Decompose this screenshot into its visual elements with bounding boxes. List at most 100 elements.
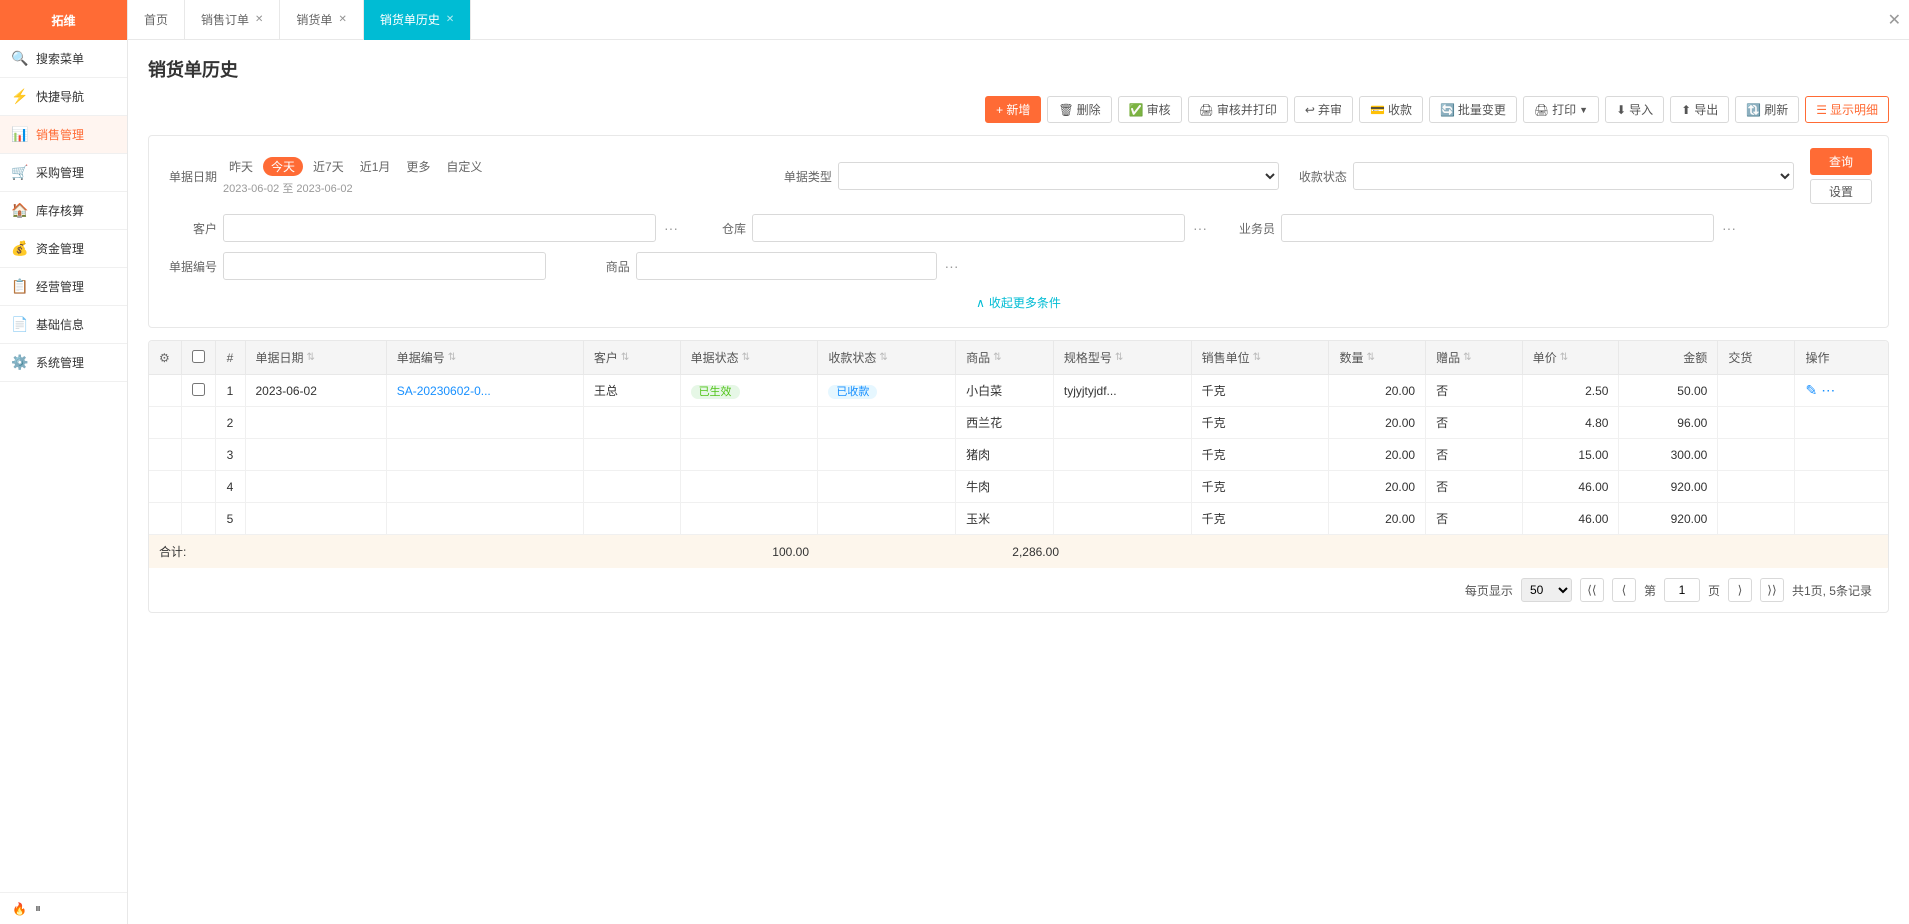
audit-print-button[interactable]: 🖨 审核并打印 xyxy=(1188,96,1288,123)
docno-input[interactable] xyxy=(223,252,546,280)
cell-gift: 否 xyxy=(1426,503,1523,535)
cell-customer xyxy=(583,439,680,471)
edit-button[interactable]: ✎ xyxy=(1805,382,1817,398)
th-delivery: 交货 xyxy=(1718,341,1795,375)
filter-warehouse: 仓库 ··· xyxy=(694,214,1207,242)
warehouse-dots[interactable]: ··· xyxy=(1193,220,1207,236)
th-price[interactable]: 单价 ⇅ xyxy=(1522,341,1619,375)
warehouse-input[interactable] xyxy=(752,214,1185,242)
sidebar-item-finance[interactable]: 💰 资金管理 xyxy=(0,230,127,268)
tab-sales-order[interactable]: 销售订单 ✕ xyxy=(185,0,280,40)
th-customer[interactable]: 客户 ⇅ xyxy=(583,341,680,375)
import-button[interactable]: ⬇ 导入 xyxy=(1605,96,1664,123)
audit-button[interactable]: ✅ 审核 xyxy=(1118,96,1182,123)
date-tab-more[interactable]: 更多 xyxy=(400,157,436,176)
docno-link[interactable]: SA-20230602-0... xyxy=(397,384,491,398)
new-button[interactable]: + 新增 xyxy=(985,96,1041,123)
th-gift[interactable]: 赠品 ⇅ xyxy=(1426,341,1523,375)
sort-icon-unit: ⇅ xyxy=(1253,352,1261,363)
sidebar-item-label: 采购管理 xyxy=(36,164,84,181)
date-tab-custom[interactable]: 自定义 xyxy=(440,157,488,176)
cell-amount: 300.00 xyxy=(1619,439,1718,471)
th-doc-status[interactable]: 单据状态 ⇅ xyxy=(680,341,818,375)
collapse-button[interactable]: ∧ 收起更多条件 xyxy=(165,290,1872,315)
chart-icon: 📊 xyxy=(12,127,28,143)
th-unit[interactable]: 销售单位 ⇅ xyxy=(1191,341,1329,375)
display-detail-button[interactable]: ☰ 显示明细 xyxy=(1805,96,1889,123)
sidebar-item-operations[interactable]: 📋 经营管理 xyxy=(0,268,127,306)
cell-index: 5 xyxy=(215,503,245,535)
tab-sales-history-close[interactable]: ✕ xyxy=(446,14,454,25)
tab-sales-order-close[interactable]: ✕ xyxy=(255,14,263,25)
customer-dots[interactable]: ··· xyxy=(664,220,678,236)
tab-sales-delivery[interactable]: 销货单 ✕ xyxy=(280,0,363,40)
more-ops-button[interactable]: ⋯ xyxy=(1821,382,1835,398)
settings-button[interactable]: 设置 xyxy=(1810,179,1872,204)
query-button[interactable]: 查询 xyxy=(1810,148,1872,175)
goods-dots[interactable]: ··· xyxy=(945,258,959,274)
print-button[interactable]: 🖨 打印 ▼ xyxy=(1523,96,1599,123)
th-amount: 金额 xyxy=(1619,341,1718,375)
delete-button[interactable]: 🗑 删除 xyxy=(1047,96,1111,123)
th-date[interactable]: 单据日期 ⇅ xyxy=(245,341,386,375)
sidebar-item-sales-mgmt[interactable]: 📊 销售管理 xyxy=(0,116,127,154)
date-tab-today[interactable]: 今天 xyxy=(263,157,303,176)
payment-status-select[interactable] xyxy=(1353,162,1794,190)
sidebar-item-basic-info[interactable]: 📄 基础信息 xyxy=(0,306,127,344)
sidebar-item-sys-mgmt[interactable]: ⚙️ 系统管理 xyxy=(0,344,127,382)
sidebar-item-purchase-mgmt[interactable]: 🛒 采购管理 xyxy=(0,154,127,192)
sidebar-item-search-menu[interactable]: 🔍 搜索菜单 xyxy=(0,40,127,78)
cell-amount: 96.00 xyxy=(1619,407,1718,439)
sidebar-item-inventory[interactable]: 🏠 库存核算 xyxy=(0,192,127,230)
current-page-input[interactable] xyxy=(1664,578,1700,602)
goods-input[interactable] xyxy=(636,252,937,280)
export-button[interactable]: ⬆ 导出 xyxy=(1670,96,1729,123)
cell-price: 46.00 xyxy=(1522,471,1619,503)
tab-home[interactable]: 首页 xyxy=(128,0,185,40)
last-page-button[interactable]: ⟩⟩ xyxy=(1760,578,1784,602)
cell-customer xyxy=(583,407,680,439)
th-payment-status[interactable]: 收款状态 ⇅ xyxy=(818,341,956,375)
cell-doc-status xyxy=(680,471,818,503)
sidebar-item-quick-nav[interactable]: ⚡ 快捷导航 xyxy=(0,78,127,116)
tab-bar-close[interactable]: ✕ xyxy=(1888,10,1909,30)
cell-unit: 千克 xyxy=(1191,439,1329,471)
select-all-checkbox[interactable] xyxy=(192,350,205,363)
salesperson-dots[interactable]: ··· xyxy=(1722,220,1736,236)
filter-goods: 商品 ··· xyxy=(578,252,959,280)
batch-change-button[interactable]: 🔄 批量变更 xyxy=(1429,96,1517,123)
customer-input[interactable] xyxy=(223,214,656,242)
cell-settings xyxy=(149,407,181,439)
th-quantity[interactable]: 数量 ⇅ xyxy=(1329,341,1426,375)
th-goods[interactable]: 商品 ⇅ xyxy=(956,341,1054,375)
cell-docno xyxy=(386,439,583,471)
lightning-icon: ⚡ xyxy=(12,89,28,105)
cell-unit: 千克 xyxy=(1191,375,1329,407)
tab-sales-delivery-close[interactable]: ✕ xyxy=(338,14,346,25)
next-page-button[interactable]: ⟩ xyxy=(1728,578,1752,602)
date-tab-1month[interactable]: 近1月 xyxy=(354,157,397,176)
salesperson-input[interactable] xyxy=(1281,214,1714,242)
row-checkbox[interactable] xyxy=(192,383,205,396)
prev-page-button[interactable]: ⟨ xyxy=(1612,578,1636,602)
th-spec[interactable]: 规格型号 ⇅ xyxy=(1053,341,1191,375)
sidebar-item-label: 库存核算 xyxy=(36,202,84,219)
filter-row-2: 客户 ··· 仓库 ··· 业务员 ··· xyxy=(165,214,1872,242)
th-settings[interactable]: ⚙ xyxy=(149,341,181,375)
page-size-select[interactable]: 50 100 xyxy=(1521,578,1572,602)
total-label: 合计: xyxy=(159,543,749,560)
settings-icon[interactable]: ⚙ xyxy=(159,351,170,365)
collect-button[interactable]: 💳 收款 xyxy=(1359,96,1423,123)
first-page-button[interactable]: ⟨⟨ xyxy=(1580,578,1604,602)
th-docno[interactable]: 单据编号 ⇅ xyxy=(386,341,583,375)
abandon-button[interactable]: ↩ 弃审 xyxy=(1294,96,1353,123)
cell-gift: 否 xyxy=(1426,471,1523,503)
date-tab-7days[interactable]: 近7天 xyxy=(307,157,350,176)
tab-sales-history[interactable]: 销货单历史 ✕ xyxy=(364,0,471,40)
th-ops-label: 操作 xyxy=(1805,351,1829,365)
cell-delivery xyxy=(1718,375,1795,407)
refresh-button[interactable]: 🔃 刷新 xyxy=(1735,96,1799,123)
date-tab-yesterday[interactable]: 昨天 xyxy=(223,157,259,176)
cell-doc-status xyxy=(680,503,818,535)
doc-type-select[interactable] xyxy=(838,162,1279,190)
